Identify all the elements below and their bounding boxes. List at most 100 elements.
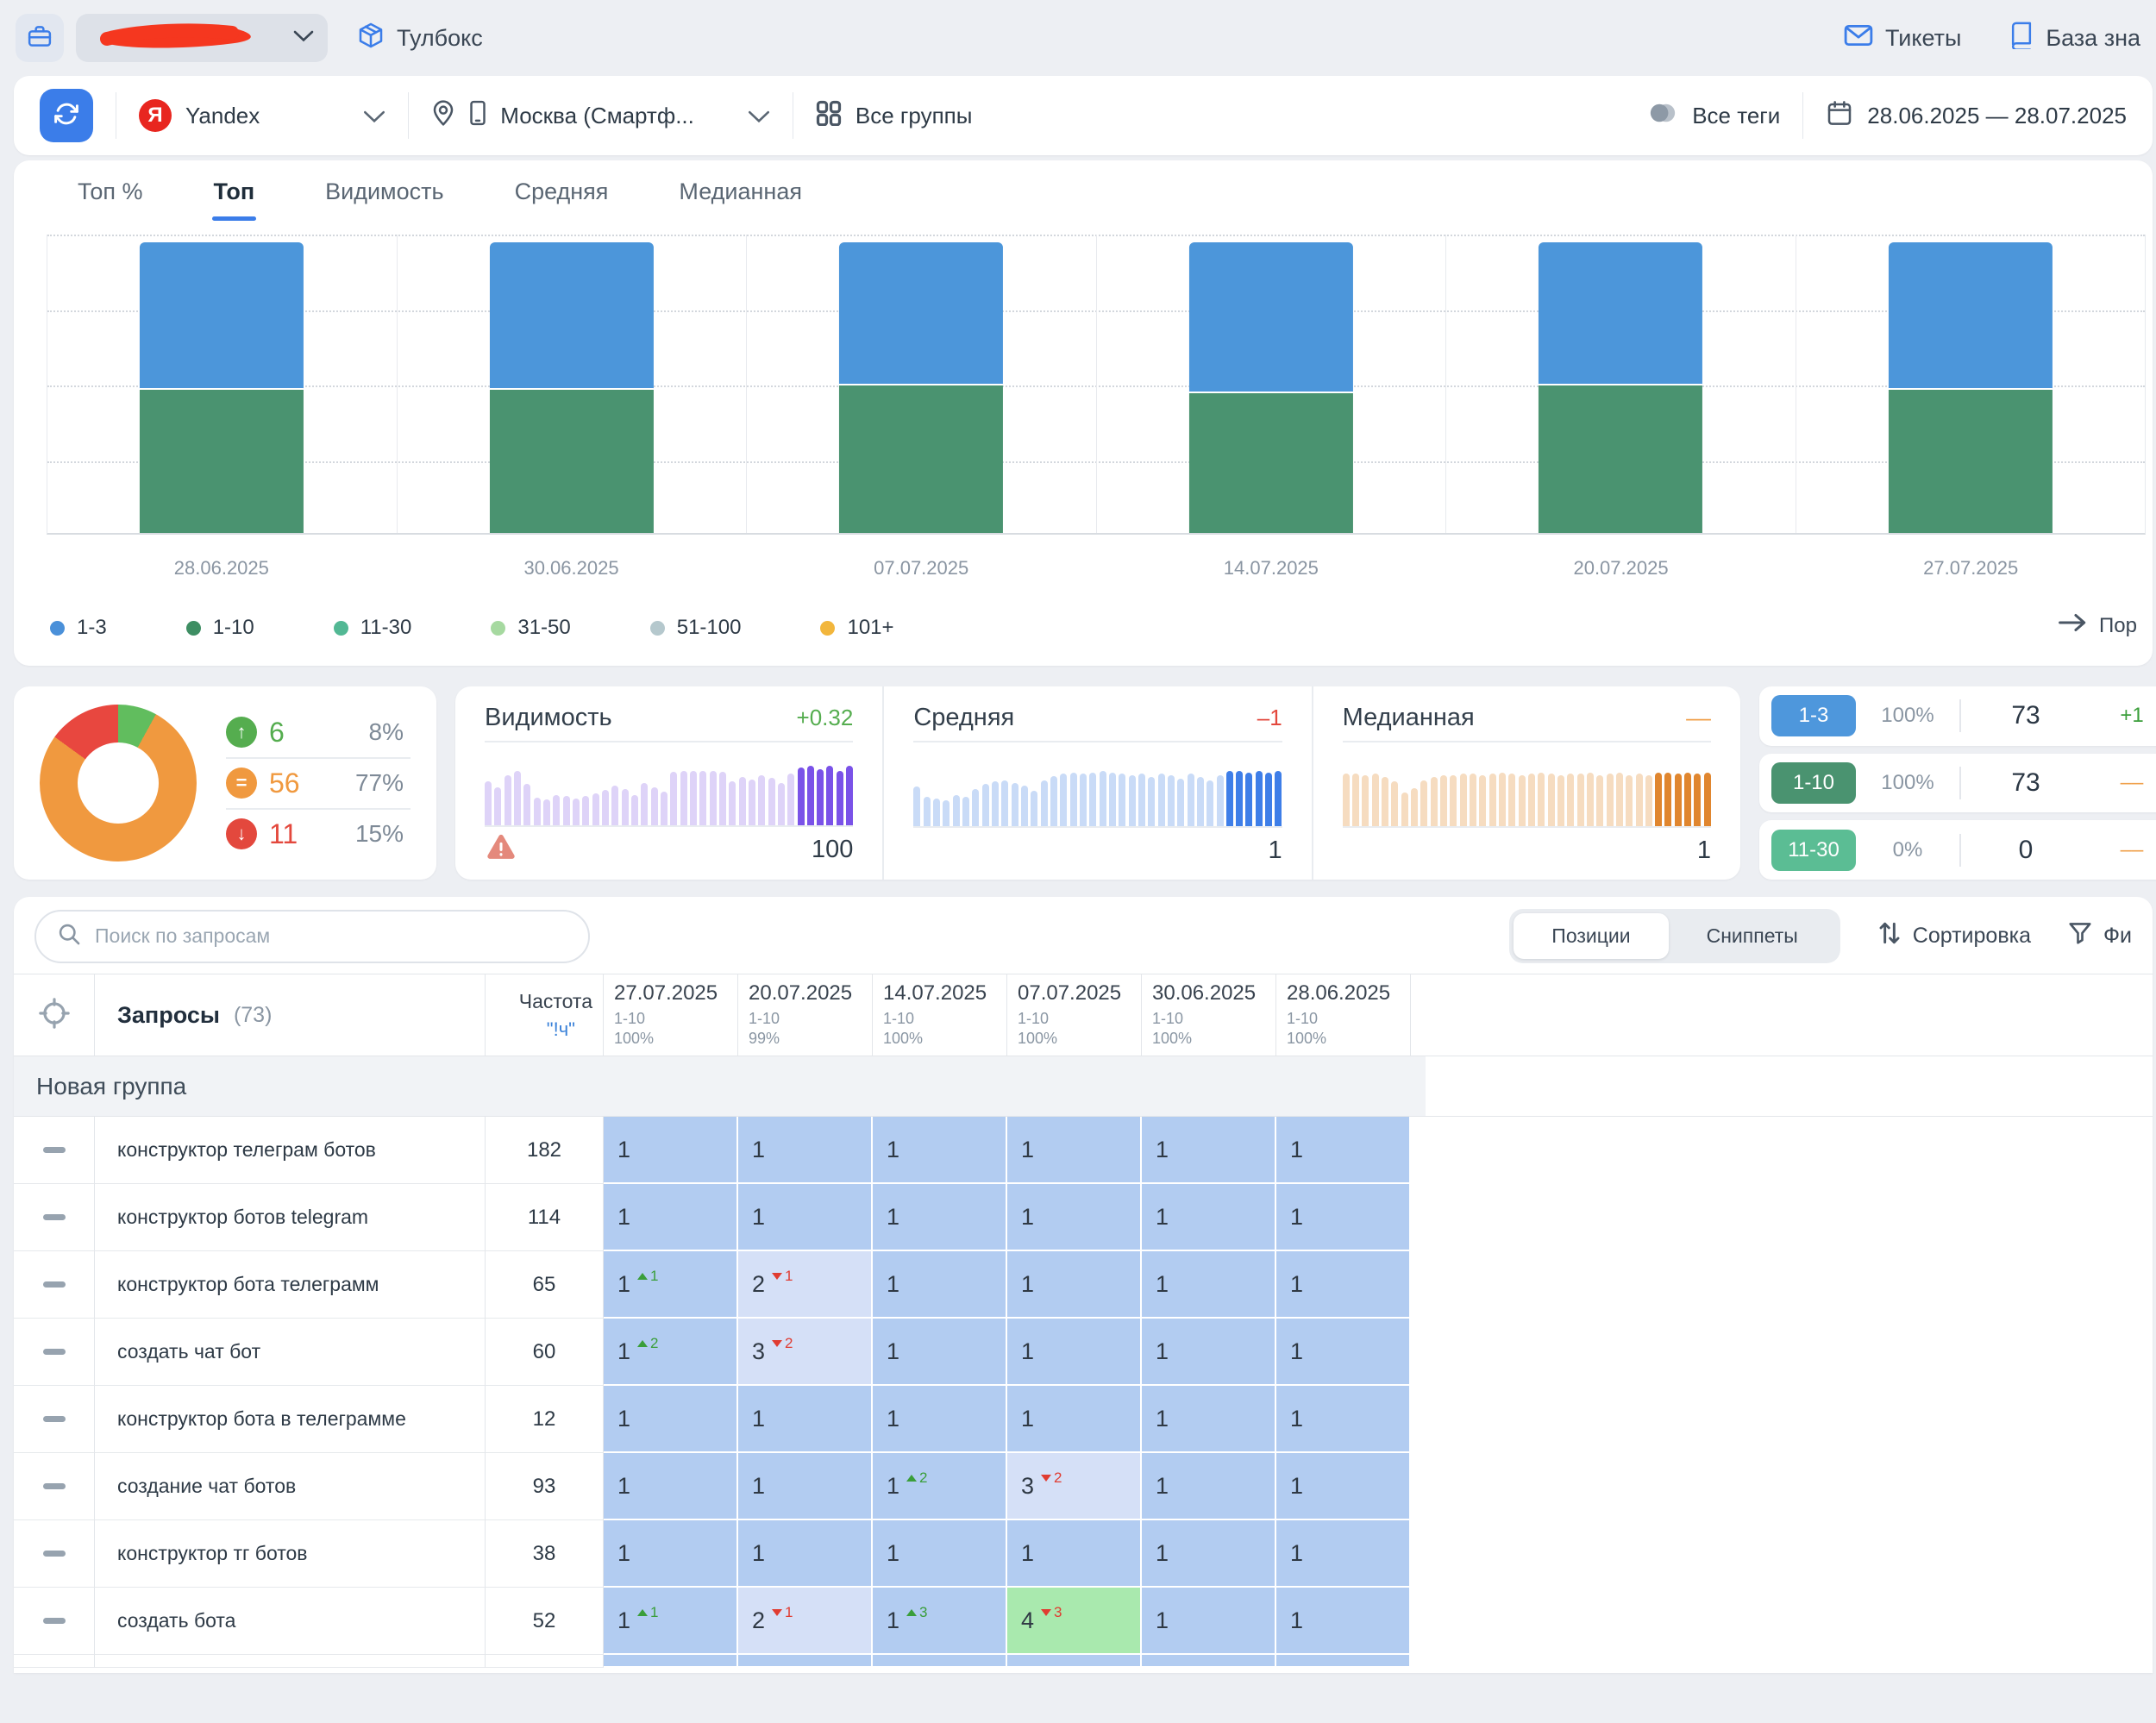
position-cell[interactable]: 1	[1007, 1117, 1142, 1184]
query-cell[interactable]: создание чат ботов	[95, 1453, 486, 1520]
query-cell[interactable]	[95, 1655, 486, 1668]
query-cell[interactable]: конструктор тг ботов	[95, 1520, 486, 1588]
stacked-bar[interactable]	[489, 241, 654, 533]
date-column-header[interactable]: 30.06.2025 1-10 100%	[1142, 974, 1276, 1056]
legend-item-51-100[interactable]: 51-100	[649, 616, 741, 640]
legend-item-11-30[interactable]: 11-30	[333, 616, 411, 640]
position-cell[interactable]: 13	[873, 1588, 1007, 1655]
drag-handle[interactable]	[14, 1251, 95, 1319]
position-cell[interactable]: 1	[1142, 1117, 1276, 1184]
query-cell[interactable]: конструктор бота в телеграмме	[95, 1386, 486, 1453]
legend-item-1-10[interactable]: 1-10	[185, 616, 254, 640]
position-cell[interactable]: 11	[604, 1588, 738, 1655]
view-tab-сниппеты[interactable]: Сниппеты	[1669, 913, 1836, 959]
query-cell[interactable]: создать бота	[95, 1588, 486, 1655]
position-cell[interactable]: 1	[604, 1117, 738, 1184]
groups-selector[interactable]: Все группы	[816, 100, 972, 132]
position-cell[interactable]: 1	[1276, 1117, 1411, 1184]
position-cell[interactable]: 1	[1276, 1588, 1411, 1655]
position-cell[interactable]: 1	[1276, 1386, 1411, 1453]
position-cell[interactable]	[738, 1655, 873, 1668]
sort-button[interactable]: Сортировка	[1877, 919, 2031, 953]
stacked-bar[interactable]	[1888, 241, 2053, 533]
date-column-header[interactable]: 28.06.2025 1-10 100%	[1276, 974, 1411, 1056]
warning-icon[interactable]	[485, 833, 517, 867]
position-cell[interactable]: 12	[604, 1319, 738, 1386]
position-cell[interactable]: 1	[1142, 1520, 1276, 1588]
tab-топ-[interactable]: Топ %	[76, 163, 145, 221]
stacked-bar[interactable]	[839, 241, 1004, 533]
project-selector[interactable]	[76, 14, 328, 62]
position-cell[interactable]: 1	[873, 1251, 1007, 1319]
legend-item-101+[interactable]: 101+	[820, 616, 894, 640]
tab-средняя[interactable]: Средняя	[513, 163, 611, 221]
position-cell[interactable]	[1276, 1655, 1411, 1668]
filter-button[interactable]: Фи	[2067, 920, 2132, 952]
date-column-header[interactable]: 20.07.2025 1-10 99%	[738, 974, 873, 1056]
position-cell[interactable]: 1	[1007, 1319, 1142, 1386]
position-cell[interactable]: 1	[738, 1386, 873, 1453]
position-cell[interactable]: 21	[738, 1588, 873, 1655]
position-cell[interactable]: 32	[1007, 1453, 1142, 1520]
top-range-row-1-3[interactable]: 1-3 100% 73 +1	[1759, 686, 2156, 746]
legend-item-1-3[interactable]: 1-3	[50, 616, 107, 640]
drag-handle[interactable]	[14, 1655, 95, 1668]
position-cell[interactable]: 1	[1142, 1319, 1276, 1386]
position-cell[interactable]: 1	[873, 1520, 1007, 1588]
position-cell[interactable]: 12	[873, 1453, 1007, 1520]
date-column-header[interactable]: 07.07.2025 1-10 100%	[1007, 974, 1142, 1056]
position-cell[interactable]: 1	[873, 1117, 1007, 1184]
drag-handle[interactable]	[14, 1588, 95, 1655]
position-cell[interactable]: 1	[1142, 1184, 1276, 1251]
position-cell[interactable]: 43	[1007, 1588, 1142, 1655]
position-cell[interactable]: 1	[604, 1184, 738, 1251]
position-cell[interactable]	[873, 1655, 1007, 1668]
position-cell[interactable]: 1	[1276, 1184, 1411, 1251]
drag-handle[interactable]	[14, 1319, 95, 1386]
position-cell[interactable]: 1	[1007, 1386, 1142, 1453]
legend-item-31-50[interactable]: 31-50	[491, 616, 571, 640]
position-cell[interactable]: 1	[1276, 1251, 1411, 1319]
stacked-bar[interactable]	[1539, 241, 1703, 533]
position-cell[interactable]: 1	[1142, 1251, 1276, 1319]
top-range-row-1-10[interactable]: 1-10 100% 73 ––	[1759, 753, 2156, 813]
position-cell[interactable]: 1	[1142, 1386, 1276, 1453]
frequency-column-header[interactable]: Частота "!ч"	[486, 974, 604, 1056]
view-tab-позиции[interactable]: Позиции	[1514, 913, 1669, 959]
position-cell[interactable]: 1	[873, 1386, 1007, 1453]
search-input[interactable]	[95, 924, 567, 948]
position-cell[interactable]: 1	[1276, 1520, 1411, 1588]
position-cell[interactable]: 1	[604, 1386, 738, 1453]
position-cell[interactable]: 1	[1007, 1520, 1142, 1588]
drag-handle[interactable]	[14, 1520, 95, 1588]
position-cell[interactable]: 1	[873, 1319, 1007, 1386]
drag-handle[interactable]	[14, 1117, 95, 1184]
position-cell[interactable]	[1142, 1655, 1276, 1668]
stacked-bar[interactable]	[140, 241, 304, 533]
group-name[interactable]: Новая группа	[14, 1056, 1426, 1116]
tickets-menu[interactable]: Тикеты	[1844, 24, 1961, 53]
drag-handle[interactable]	[14, 1453, 95, 1520]
drag-handle[interactable]	[14, 1184, 95, 1251]
position-cell[interactable]: 32	[738, 1319, 873, 1386]
date-column-header[interactable]: 27.07.2025 1-10 100%	[604, 974, 738, 1056]
position-cell[interactable]: 1	[738, 1117, 873, 1184]
position-cell[interactable]: 1	[1007, 1184, 1142, 1251]
query-cell[interactable]: конструктор ботов telegram	[95, 1184, 486, 1251]
position-cell[interactable]: 11	[604, 1251, 738, 1319]
target-column-header[interactable]	[14, 974, 95, 1056]
position-cell[interactable]: 1	[604, 1453, 738, 1520]
tab-видимость[interactable]: Видимость	[323, 163, 445, 221]
position-cell[interactable]: 1	[738, 1520, 873, 1588]
queries-column-header[interactable]: Запросы (73)	[95, 974, 486, 1056]
position-cell[interactable]: 1	[1276, 1319, 1411, 1386]
projects-button[interactable]	[16, 14, 64, 62]
position-cell[interactable]: 1	[1276, 1453, 1411, 1520]
position-cell[interactable]: 1	[604, 1520, 738, 1588]
refresh-button[interactable]	[40, 89, 93, 142]
tab-медианная[interactable]: Медианная	[677, 163, 804, 221]
tab-топ[interactable]: Топ	[211, 163, 257, 221]
position-cell[interactable]: 1	[1142, 1453, 1276, 1520]
region-selector[interactable]: Москва (Смартф...	[431, 99, 770, 133]
toolbox-menu[interactable]: Тулбокс	[357, 22, 483, 55]
